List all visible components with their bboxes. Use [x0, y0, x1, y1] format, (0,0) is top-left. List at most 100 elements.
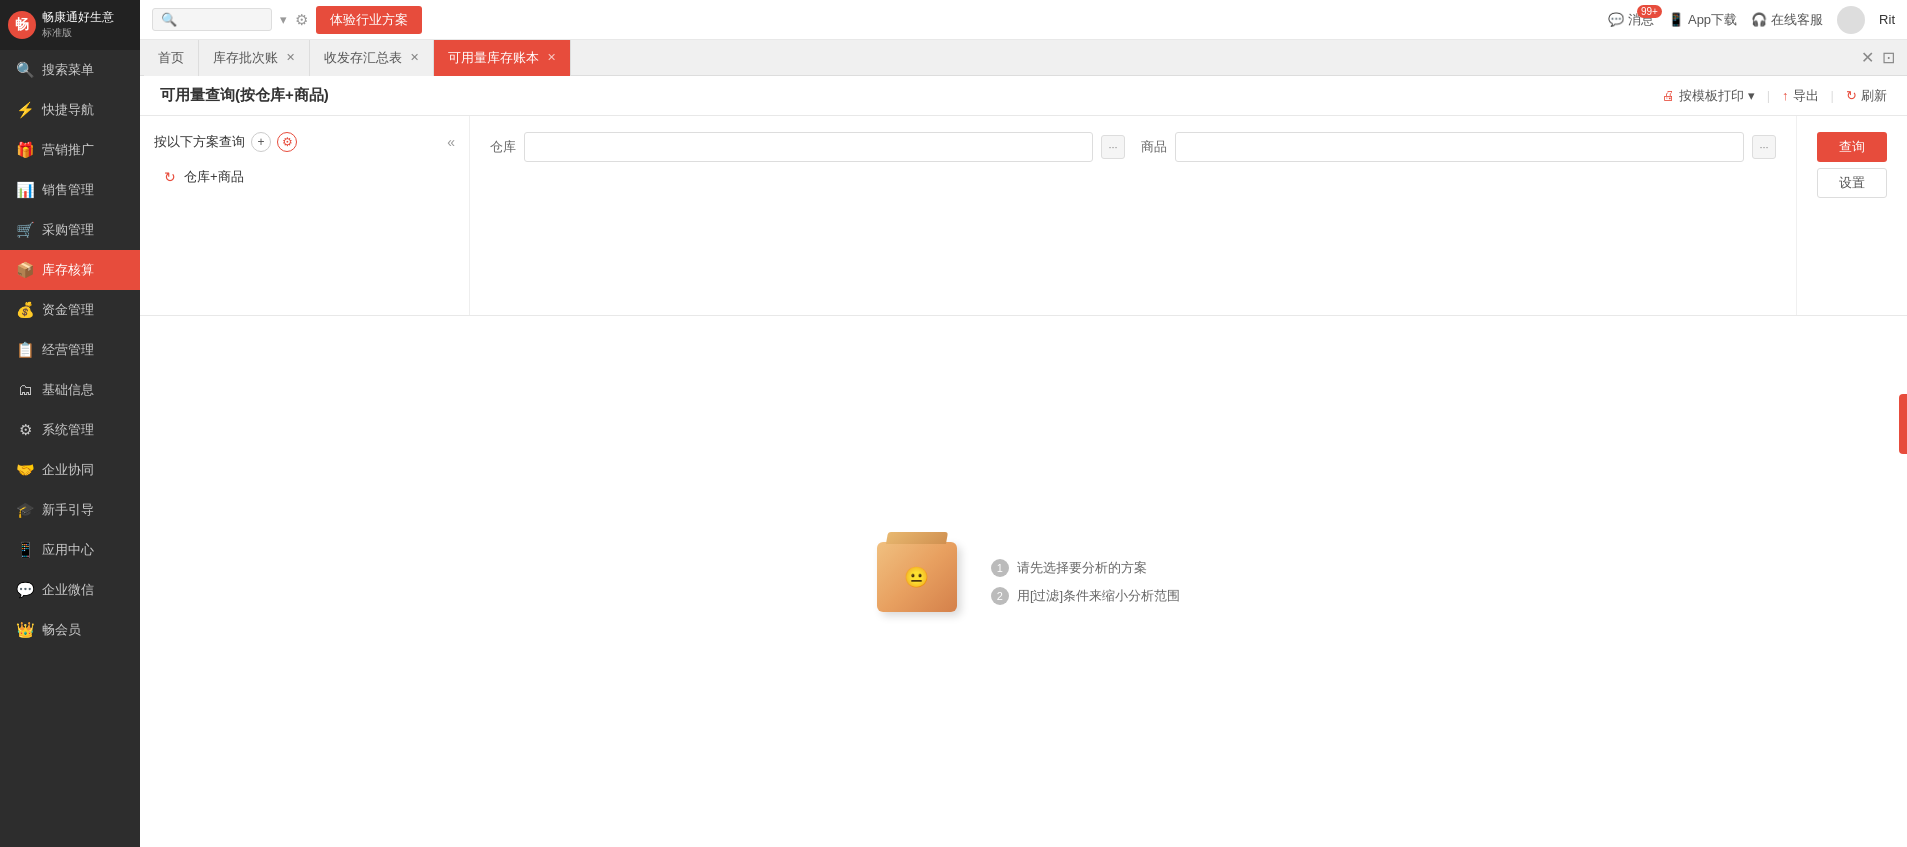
customer-service-label: 在线客服 — [1771, 11, 1823, 29]
sidebar-item-shortcut[interactable]: ⚡快捷导航 — [0, 90, 140, 130]
sidebar-label-marketing: 营销推广 — [42, 141, 94, 159]
warehouse-more-button[interactable]: ··· — [1101, 135, 1125, 159]
sidebar-label-wechat: 企业微信 — [42, 581, 94, 599]
refresh-label: 刷新 — [1861, 87, 1887, 105]
product-field: 商品 ··· — [1141, 132, 1776, 162]
warehouse-label: 仓库 — [490, 138, 516, 156]
customer-service-button[interactable]: 🎧 在线客服 — [1751, 11, 1823, 29]
search-icon: 🔍 — [161, 12, 177, 27]
app-download-button[interactable]: 📱 App下载 — [1668, 11, 1737, 29]
brand-badge: 标准版 — [42, 26, 114, 40]
tip-number-2: 2 — [991, 587, 1009, 605]
sidebar-label-coop: 企业协同 — [42, 461, 94, 479]
sidebar-icon-sales: 📊 — [16, 181, 34, 199]
sidebar-scroll: 🔍搜索菜单⚡快捷导航🎁营销推广 📊 销售管理 🛒采购管理📦库存核算 💰 资金管理 📋经营管理… — [0, 50, 140, 847]
tab-close-stock-summary[interactable]: ✕ — [410, 51, 419, 64]
print-template-button[interactable]: 🖨 按模板打印 ▾ — [1662, 87, 1755, 105]
tab-stock-summary[interactable]: 收发存汇总表 ✕ — [310, 40, 434, 76]
export-button[interactable]: ↑ 导出 — [1782, 87, 1819, 105]
warehouse-input[interactable] — [524, 132, 1093, 162]
sidebar-item-coop[interactable]: 🤝企业协同 — [0, 450, 140, 490]
tab-close-available-stock[interactable]: ✕ — [547, 51, 556, 64]
page-header-actions: 🖨 按模板打印 ▾ | ↑ 导出 | ↻ 刷新 — [1662, 87, 1887, 105]
app-icon: 📱 — [1668, 12, 1684, 27]
right-scrollbar-strip[interactable] — [1899, 394, 1907, 454]
sidebar-item-operation[interactable]: 📋经营管理 — [0, 330, 140, 370]
tab-label-batch-account: 库存批次账 — [213, 49, 278, 67]
brand-name: 畅康通好生意 — [42, 10, 114, 26]
sidebar-item-finance[interactable]: 💰 资金管理 — [0, 290, 140, 330]
refresh-button[interactable]: ↻ 刷新 — [1846, 87, 1887, 105]
sidebar-label-newbie: 新手引导 — [42, 501, 94, 519]
tip-item-2: 2 用[过滤]条件来缩小分析范围 — [991, 587, 1180, 605]
setting-button[interactable]: 设置 — [1817, 168, 1887, 198]
topbar-right: 💬 消息 99+ 📱 App下载 🎧 在线客服 Rit — [1608, 6, 1895, 34]
sidebar-item-basic[interactable]: 🗂基础信息 — [0, 370, 140, 410]
sidebar-item-newbie[interactable]: 🎓新手引导 — [0, 490, 140, 530]
empty-box-icon: 😐 — [877, 542, 957, 612]
empty-illustration: 😐 — [867, 532, 967, 632]
brand-icon: 畅 — [8, 11, 36, 39]
collapse-icon[interactable]: « — [447, 134, 455, 150]
settings-scheme-button[interactable]: ⚙ — [277, 132, 297, 152]
content-area: 可用量查询(按仓库+商品) 🖨 按模板打印 ▾ | ↑ 导出 | ↻ 刷新 — [140, 76, 1907, 847]
sidebar-label-appstore: 应用中心 — [42, 541, 94, 559]
tab-expand-button[interactable]: ⊡ — [1882, 48, 1895, 67]
gear-icon[interactable]: ⚙ — [295, 11, 308, 29]
scheme-item-warehouse-product[interactable]: ↻ 仓库+商品 — [140, 160, 469, 194]
query-scheme-panel: 按以下方案查询 + ⚙ « ↻ 仓库+商品 — [140, 116, 470, 315]
sidebar-label-member: 畅会员 — [42, 621, 81, 639]
sidebar-item-purchase[interactable]: 🛒采购管理 — [0, 210, 140, 250]
sidebar-header: 畅 畅康通好生意 标准版 — [0, 0, 140, 50]
scheme-icon: ↻ — [164, 169, 176, 185]
sidebar-item-search[interactable]: 🔍搜索菜单 — [0, 50, 140, 90]
add-scheme-button[interactable]: + — [251, 132, 271, 152]
tab-available-stock[interactable]: 可用量库存账本 ✕ — [434, 40, 571, 76]
sidebar-icon-member: 👑 — [16, 621, 34, 639]
tip-number-1: 1 — [991, 559, 1009, 577]
sidebar-label-operation: 经营管理 — [42, 341, 94, 359]
tab-batch-account[interactable]: 库存批次账 ✕ — [199, 40, 310, 76]
sidebar-item-wechat[interactable]: 💬 企业微信 — [0, 570, 140, 610]
tip-text-2: 用[过滤]条件来缩小分析范围 — [1017, 587, 1180, 605]
product-input[interactable] — [1175, 132, 1744, 162]
tab-close-batch-account[interactable]: ✕ — [286, 51, 295, 64]
search-input[interactable] — [181, 13, 261, 27]
sidebar-icon-finance: 💰 — [16, 301, 34, 319]
tab-close-button[interactable]: ✕ — [1861, 48, 1874, 67]
tab-label-stock-summary: 收发存汇总表 — [324, 49, 402, 67]
topbar-search-box[interactable]: 🔍 — [152, 8, 272, 31]
divider: | — [1767, 88, 1770, 103]
tip-text-1: 请先选择要分析的方案 — [1017, 559, 1147, 577]
tab-home[interactable]: 首页 — [144, 40, 199, 76]
product-label: 商品 — [1141, 138, 1167, 156]
sidebar-label-finance: 资金管理 — [42, 301, 94, 319]
headset-icon: 🎧 — [1751, 12, 1767, 27]
tab-label-available-stock: 可用量库存账本 — [448, 49, 539, 67]
sidebar-item-member[interactable]: 👑 畅会员 — [0, 610, 140, 650]
trial-button[interactable]: 体验行业方案 — [316, 6, 422, 34]
export-label: 导出 — [1793, 87, 1819, 105]
sidebar-item-system[interactable]: ⚙系统管理 — [0, 410, 140, 450]
sidebar-item-appstore[interactable]: 📱应用中心 — [0, 530, 140, 570]
chevron-down-icon[interactable]: ▾ — [280, 12, 287, 27]
query-button[interactable]: 查询 — [1817, 132, 1887, 162]
sidebar-label-sales: 销售管理 — [42, 181, 94, 199]
scheme-label: 仓库+商品 — [184, 168, 244, 186]
tabs-bar: 首页库存批次账 ✕ 收发存汇总表 ✕ 可用量库存账本 ✕ ✕ ⊡ — [140, 40, 1907, 76]
product-more-button[interactable]: ··· — [1752, 135, 1776, 159]
tabs-window-controls: ✕ ⊡ — [1861, 48, 1903, 67]
sidebar-icon-purchase: 🛒 — [16, 221, 34, 239]
page-title: 可用量查询(按仓库+商品) — [160, 86, 329, 105]
avatar[interactable] — [1837, 6, 1865, 34]
sidebar-icon-wechat: 💬 — [16, 581, 34, 599]
sidebar-item-marketing[interactable]: 🎁营销推广 — [0, 130, 140, 170]
warehouse-field: 仓库 ··· — [490, 132, 1125, 162]
username[interactable]: Rit — [1879, 12, 1895, 27]
query-fields-row: 仓库 ··· 商品 ··· — [490, 132, 1776, 162]
message-button[interactable]: 💬 消息 99+ — [1608, 11, 1654, 29]
sidebar-item-sales[interactable]: 📊 销售管理 — [0, 170, 140, 210]
empty-state: 😐 1 请先选择要分析的方案 2 用[过滤]条件来缩小分析范围 — [140, 316, 1907, 847]
sidebar-item-inventory[interactable]: 📦库存核算 — [0, 250, 140, 290]
message-icon: 💬 — [1608, 12, 1624, 27]
